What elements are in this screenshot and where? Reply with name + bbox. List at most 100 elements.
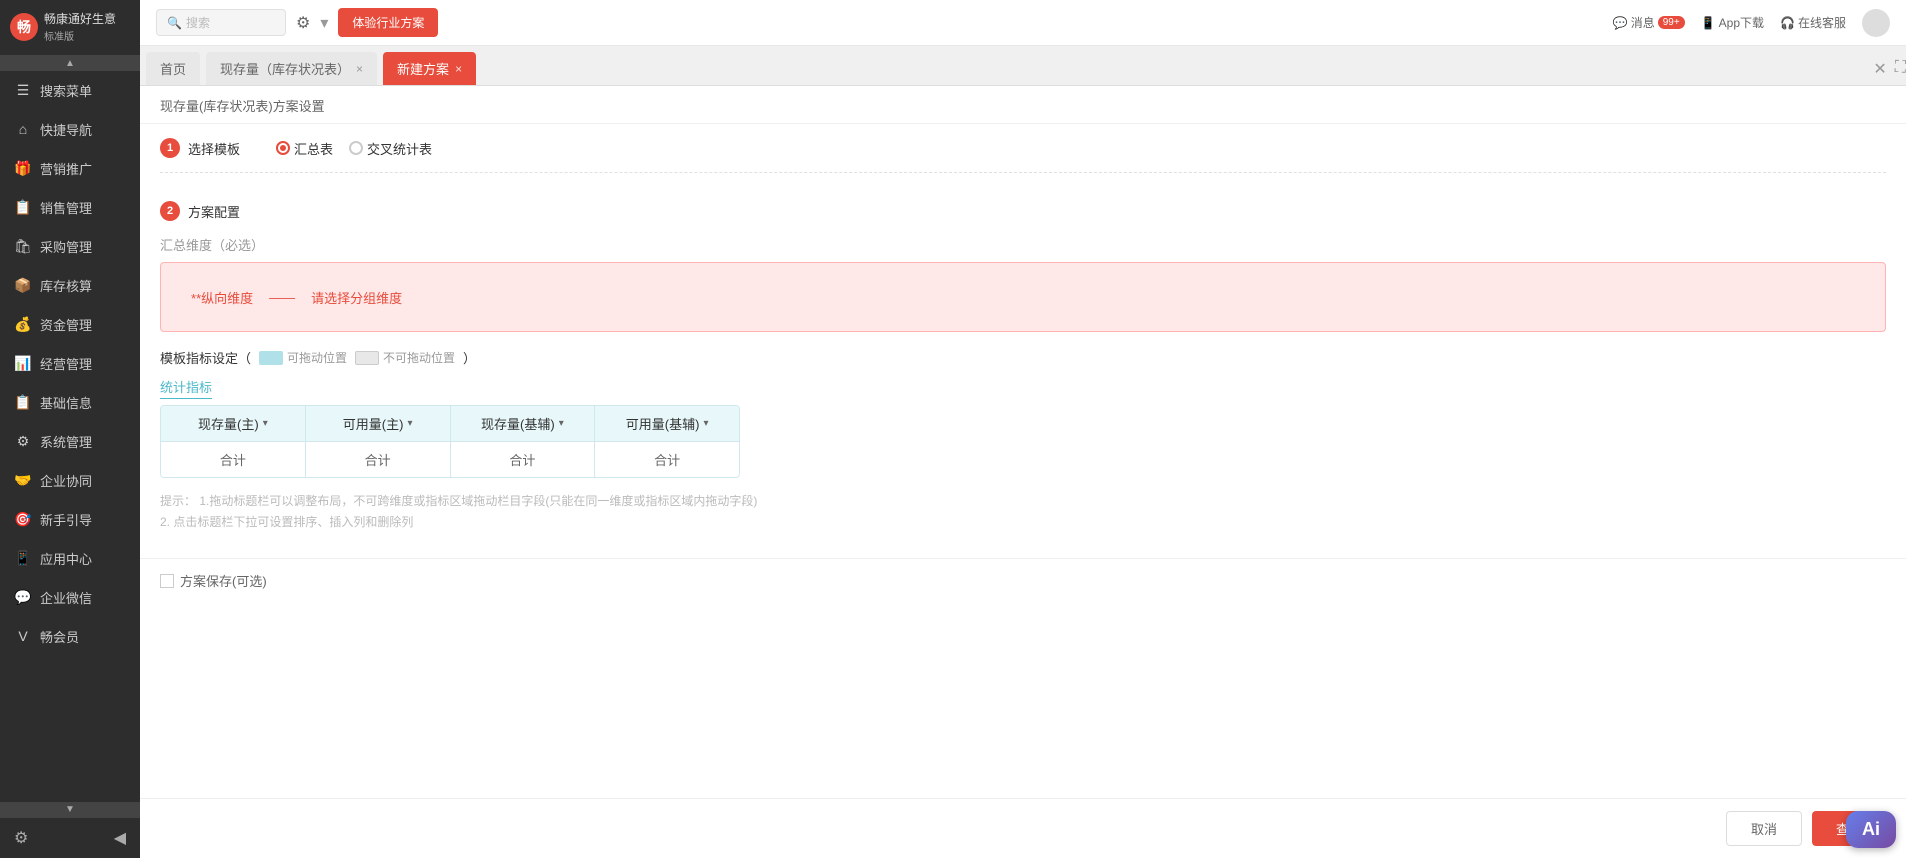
sidebar-item-finance[interactable]: 💰 资金管理	[0, 305, 140, 344]
window-controls: ✕ ⛶	[1873, 59, 1906, 79]
settings-icon[interactable]: ⚙	[14, 828, 28, 848]
cancel-button[interactable]: 取消	[1726, 811, 1802, 846]
inventory-icon: 📦	[14, 277, 32, 294]
sidebar-scroll-up[interactable]: ▲	[0, 56, 140, 71]
col-dropdown-icon-1: ▾	[407, 418, 412, 429]
sidebar-item-quick-nav[interactable]: ⌂ 快捷导航	[0, 110, 140, 149]
radio-cross[interactable]: 交叉统计表	[349, 139, 432, 158]
industry-plan-button[interactable]: 体验行业方案	[338, 8, 438, 37]
body-cell-0-2: 合计	[451, 441, 596, 477]
stats-table-body: 合计 合计 合计 合计	[161, 441, 739, 477]
stats-table-header: 现存量(主) ▾ 可用量(主) ▾ 现存量(基辅) ▾ 可用量(基辅)	[161, 406, 739, 441]
enterprise-icon: 🤝	[14, 472, 32, 489]
content-area: 现存量(库存状况表)方案设置 1 选择模板 汇总表 交叉统计表	[140, 86, 1906, 798]
col-dropdown-icon-2: ▾	[559, 418, 564, 429]
col-header-3[interactable]: 可用量(基辅) ▾	[595, 406, 739, 441]
draggable-legend-box	[259, 351, 283, 365]
sidebar-item-marketing[interactable]: 🎁 营销推广	[0, 149, 140, 188]
body-cell-0-0: 合计	[161, 441, 306, 477]
operations-icon: 📊	[14, 355, 32, 372]
tips-section: 提示： 1.拖动标题栏可以调整布局，不可跨维度或指标区域拖动栏目字段(只能在同一…	[160, 492, 1886, 530]
radio-summary[interactable]: 汇总表	[276, 139, 333, 158]
tab-inventory-close-icon[interactable]: ×	[356, 62, 363, 76]
step1-header: 1 选择模板 汇总表 交叉统计表	[160, 138, 1886, 158]
legend-non-draggable: 不可拖动位置	[355, 349, 455, 366]
finance-icon: 💰	[14, 316, 32, 333]
gear-icon[interactable]: ⚙	[296, 13, 310, 33]
tab-new-scheme[interactable]: 新建方案 ×	[383, 52, 476, 85]
message-icon: 💬	[1613, 16, 1628, 30]
sidebar-item-search-menu[interactable]: ☰ 搜索菜单	[0, 71, 140, 110]
headset-icon: 🎧	[1780, 16, 1795, 30]
col-dropdown-icon-0: ▾	[263, 418, 268, 429]
tab-new-scheme-close-icon[interactable]: ×	[455, 62, 462, 76]
topbar-search-box[interactable]: 🔍 搜索	[156, 9, 286, 36]
newbie-icon: 🎯	[14, 511, 32, 528]
basic-info-icon: 📋	[14, 394, 32, 411]
sidebar-item-enterprise[interactable]: 🤝 企业协同	[0, 461, 140, 500]
sidebar-logo: 畅 畅康通好生意 标准版	[0, 0, 140, 56]
user-avatar[interactable]	[1862, 9, 1890, 37]
sidebar-item-newbie[interactable]: 🎯 新手引导	[0, 500, 140, 539]
expand-window-icon[interactable]: ⛶	[1895, 59, 1906, 79]
ai-badge[interactable]: Ai	[1846, 811, 1896, 848]
topbar-left: 🔍 搜索 ⚙ ▾ 体验行业方案	[156, 8, 438, 37]
save-checkbox[interactable]	[160, 574, 174, 588]
col-header-0[interactable]: 现存量(主) ▾	[161, 406, 306, 441]
sidebar-item-purchase[interactable]: 🛍 采购管理	[0, 227, 140, 266]
template-radio-group: 汇总表 交叉统计表	[276, 139, 432, 158]
radio-summary-circle	[276, 141, 290, 155]
quick-nav-icon: ⌂	[14, 121, 32, 137]
step1-section: 1 选择模板 汇总表 交叉统计表	[140, 124, 1906, 201]
step2-section: 2 方案配置 汇总维度（必选） **纵向维度 —— 请选择分组维度 模板指标设定…	[140, 201, 1906, 558]
stats-table: 现存量(主) ▾ 可用量(主) ▾ 现存量(基辅) ▾ 可用量(基辅)	[160, 405, 740, 478]
sidebar-item-app-center[interactable]: 📱 应用中心	[0, 539, 140, 578]
step1-label: 选择模板	[188, 139, 240, 158]
save-checkbox-label[interactable]: 方案保存(可选)	[160, 571, 267, 590]
indicator-label: 模板指标设定（ 可拖动位置 不可拖动位置 ）	[160, 348, 1886, 367]
topbar: 🔍 搜索 ⚙ ▾ 体验行业方案 💬 消息 99+ 📱 App下载 🎧 在线客服	[140, 0, 1906, 46]
vip-icon: V	[14, 628, 32, 644]
tab-home[interactable]: 首页	[146, 52, 200, 85]
main-area: 🔍 搜索 ⚙ ▾ 体验行业方案 💬 消息 99+ 📱 App下载 🎧 在线客服	[140, 0, 1906, 858]
sidebar-item-operations[interactable]: 📊 经营管理	[0, 344, 140, 383]
page-title: 现存量(库存状况表)方案设置	[140, 86, 1906, 124]
sidebar-item-sales[interactable]: 📋 销售管理	[0, 188, 140, 227]
tip-line-2: 2. 点击标题栏下拉可设置排序、插入列和删除列	[160, 513, 1886, 530]
step2-number: 2	[160, 201, 180, 221]
online-service-btn[interactable]: 🎧 在线客服	[1780, 14, 1846, 31]
col-header-2[interactable]: 现存量(基辅) ▾	[451, 406, 596, 441]
sidebar-item-wechat[interactable]: 💬 企业微信	[0, 578, 140, 617]
step2-header: 2 方案配置	[160, 201, 1886, 221]
body-cell-0-1: 合计	[306, 441, 451, 477]
wechat-icon: 💬	[14, 589, 32, 606]
dropdown-arrow-icon[interactable]: ▾	[320, 13, 328, 33]
step1-divider	[160, 172, 1886, 173]
sales-icon: 📋	[14, 199, 32, 216]
sidebar-item-vip[interactable]: V 畅会员	[0, 617, 140, 656]
dimension-pink-area: **纵向维度 —— 请选择分组维度	[160, 262, 1886, 332]
app-download-btn[interactable]: 📱 App下载	[1701, 14, 1764, 31]
action-bar: 取消 查询	[140, 798, 1906, 858]
purchase-icon: 🛍	[14, 238, 32, 255]
marketing-icon: 🎁	[14, 160, 32, 177]
sidebar-item-basic-info[interactable]: 📋 基础信息	[0, 383, 140, 422]
sidebar-bottom: ⚙ ◀	[0, 817, 140, 858]
col-header-1[interactable]: 可用量(主) ▾	[306, 406, 451, 441]
close-window-icon[interactable]: ✕	[1873, 59, 1886, 79]
dimension-separator: ——	[269, 290, 295, 305]
non-draggable-legend-box	[355, 351, 379, 365]
sidebar: 畅 畅康通好生意 标准版 ▲ ☰ 搜索菜单 ⌂ 快捷导航 🎁 营销推广 📋 销售…	[0, 0, 140, 858]
legend-draggable: 可拖动位置	[259, 349, 347, 366]
collapse-icon[interactable]: ◀	[114, 828, 126, 848]
sidebar-scroll-down[interactable]: ▼	[0, 802, 140, 817]
tab-inventory-status[interactable]: 现存量（库存状况表） ×	[206, 52, 377, 85]
tabs-bar: 首页 现存量（库存状况表） × 新建方案 × ✕ ⛶	[140, 46, 1906, 86]
stats-title: 统计指标	[160, 377, 212, 399]
sidebar-nav: ☰ 搜索菜单 ⌂ 快捷导航 🎁 营销推广 📋 销售管理 🛍 采购管理 📦 库存核…	[0, 71, 140, 802]
messages-btn[interactable]: 💬 消息 99+	[1613, 14, 1685, 31]
search-icon: 🔍	[167, 16, 182, 30]
dimension-title: 汇总维度（必选）	[160, 235, 1886, 254]
sidebar-item-system[interactable]: ⚙ 系统管理	[0, 422, 140, 461]
sidebar-item-inventory[interactable]: 📦 库存核算	[0, 266, 140, 305]
